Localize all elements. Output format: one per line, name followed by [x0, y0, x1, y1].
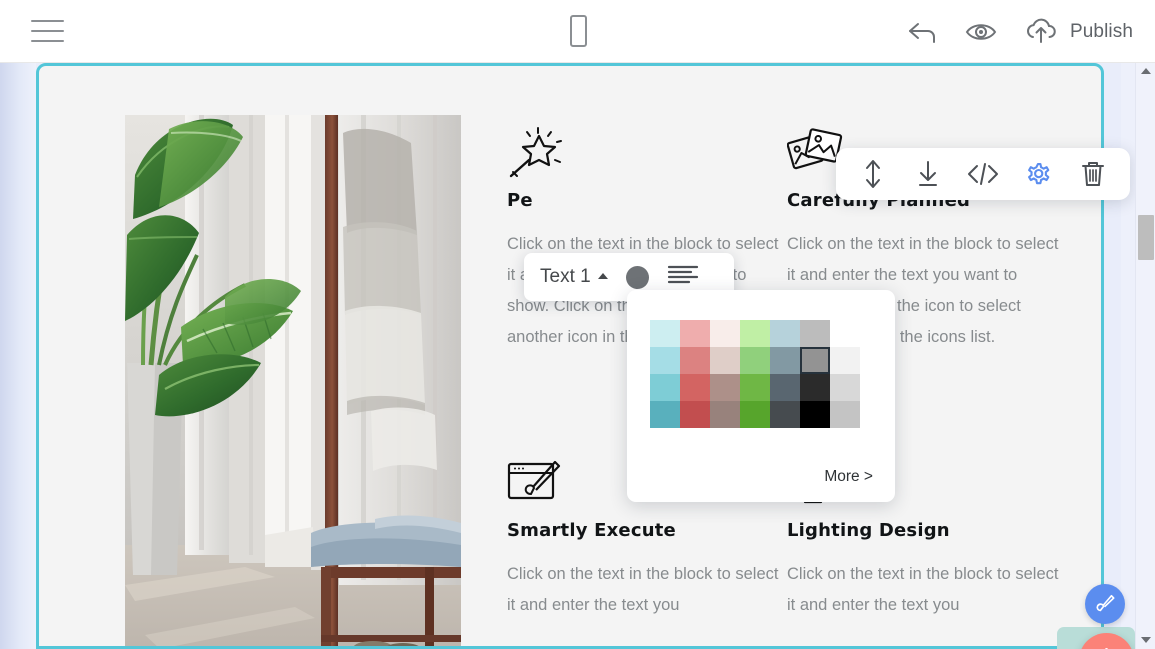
- color-swatch[interactable]: [830, 320, 860, 347]
- app-toolbar: Publish: [0, 0, 1155, 63]
- color-swatch[interactable]: [770, 374, 800, 401]
- color-swatch[interactable]: [680, 374, 710, 401]
- color-swatch[interactable]: [680, 401, 710, 428]
- color-swatch[interactable]: [770, 347, 800, 374]
- color-swatch[interactable]: [830, 374, 860, 401]
- code-icon[interactable]: [962, 153, 1004, 195]
- color-swatch[interactable]: [740, 320, 770, 347]
- hamburger-bar: [31, 20, 64, 22]
- magic-wand-icon[interactable]: [507, 126, 779, 182]
- vertical-scrollbar[interactable]: [1135, 63, 1155, 649]
- mobile-device-icon[interactable]: [566, 15, 591, 50]
- color-swatch[interactable]: [680, 347, 710, 374]
- feature-title: Pe: [507, 190, 533, 211]
- eye-preview-icon[interactable]: [964, 18, 998, 46]
- color-swatch[interactable]: [740, 374, 770, 401]
- color-swatch[interactable]: [680, 320, 710, 347]
- device-frame: [570, 15, 587, 47]
- color-swatch[interactable]: [740, 347, 770, 374]
- color-swatch[interactable]: [650, 401, 680, 428]
- color-swatch[interactable]: [770, 401, 800, 428]
- color-swatch[interactable]: [800, 347, 830, 374]
- color-swatch[interactable]: [830, 347, 860, 374]
- color-swatch[interactable]: [650, 347, 680, 374]
- color-swatch[interactable]: [800, 374, 830, 401]
- feature-body[interactable]: Click on the text in the block to select…: [507, 559, 779, 621]
- color-swatch[interactable]: [770, 320, 800, 347]
- text-style-dropdown[interactable]: Text 1: [540, 266, 608, 288]
- color-picker-popup: More >: [627, 290, 895, 502]
- color-swatch[interactable]: [650, 374, 680, 401]
- settings-gear-icon[interactable]: [1017, 153, 1059, 195]
- hamburger-bar: [31, 40, 64, 42]
- color-swatch[interactable]: [710, 374, 740, 401]
- hero-image[interactable]: [125, 115, 461, 646]
- text-align-left-icon[interactable]: [667, 264, 699, 291]
- undo-arrow-icon[interactable]: [906, 18, 938, 46]
- feature-title: Lighting Design: [787, 520, 950, 541]
- publish-button[interactable]: Publish: [1024, 18, 1133, 46]
- block-action-toolbar: [836, 148, 1130, 200]
- edit-style-button[interactable]: [1085, 584, 1125, 624]
- color-swatch[interactable]: [710, 401, 740, 428]
- color-swatch[interactable]: [710, 320, 740, 347]
- move-vertical-icon[interactable]: [852, 153, 894, 195]
- scroll-down-arrow-icon[interactable]: [1141, 637, 1151, 643]
- text-style-label: Text 1: [540, 266, 591, 287]
- download-icon[interactable]: [907, 153, 949, 195]
- hamburger-menu-icon[interactable]: [31, 20, 64, 43]
- scrollbar-thumb[interactable]: [1138, 215, 1154, 260]
- publish-label: Publish: [1069, 21, 1133, 42]
- color-swatch[interactable]: [650, 320, 680, 347]
- feature-title: Smartly Execute: [507, 520, 676, 541]
- editor-left-gutter: [0, 63, 36, 649]
- feature-body[interactable]: Click on the text in the block to select…: [787, 559, 1059, 621]
- more-colors-link[interactable]: More >: [824, 468, 873, 486]
- color-swatch[interactable]: [800, 320, 830, 347]
- cloud-upload-icon: [1024, 18, 1058, 46]
- hamburger-bar: [31, 30, 64, 32]
- color-swatch[interactable]: [710, 347, 740, 374]
- color-swatch-circle-icon[interactable]: [625, 265, 649, 289]
- caret-up-icon: [597, 273, 608, 279]
- trash-delete-icon[interactable]: [1072, 153, 1114, 195]
- toolbar-actions: Publish: [906, 11, 1133, 53]
- color-swatch[interactable]: [740, 401, 770, 428]
- color-swatch[interactable]: [830, 401, 860, 428]
- color-swatch-grid: [650, 320, 860, 428]
- editor-viewport: Pe Click on the text in the block to sel…: [0, 63, 1155, 649]
- scroll-up-arrow-icon[interactable]: [1141, 68, 1151, 74]
- color-swatch[interactable]: [800, 401, 830, 428]
- paintbrush-edit-icon: [1096, 594, 1115, 612]
